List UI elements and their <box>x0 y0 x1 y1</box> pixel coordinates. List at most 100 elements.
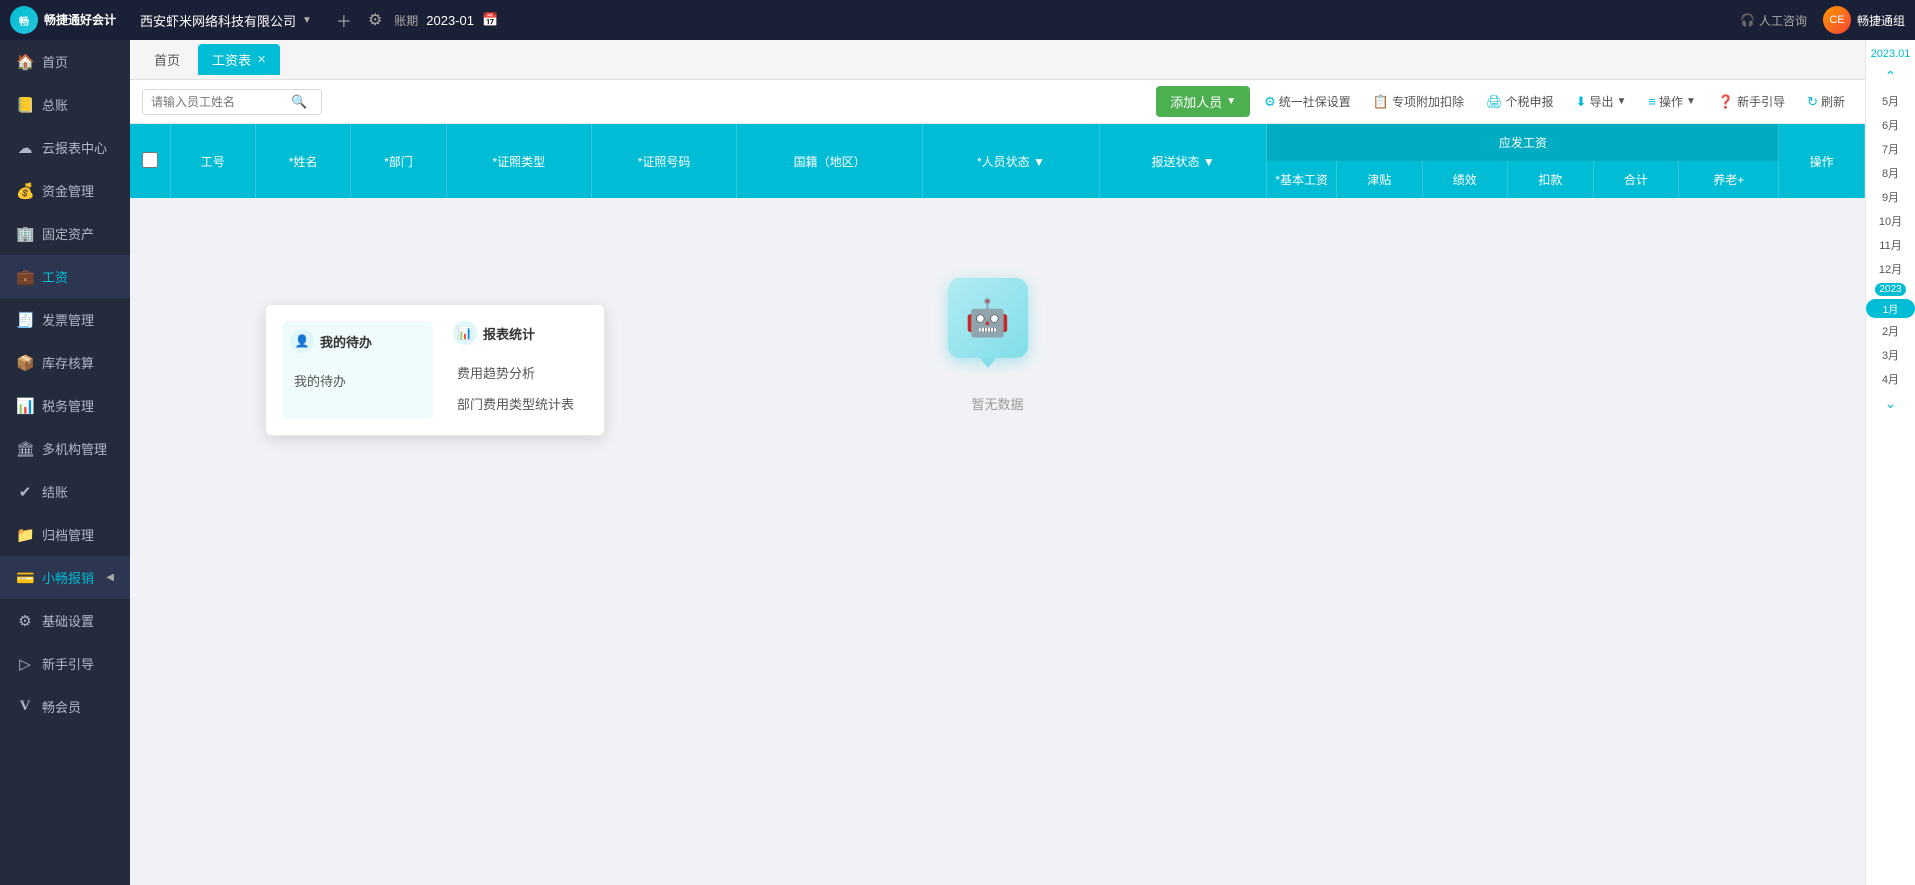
sidebar-item-expense[interactable]: 💳 小畅报销 ◀ <box>0 556 130 599</box>
empty-text: 暂无数据 <box>971 394 1023 413</box>
th-dept: *部门 <box>351 124 446 198</box>
empty-robot-illustration: 🤖 <box>948 278 1028 358</box>
timeline-12[interactable]: 12月 <box>1866 257 1915 281</box>
sidebar: 🏠 首页 📒 总账 ☁ 云报表中心 💰 资金管理 🏢 固定资产 💼 工资 🧾 发… <box>0 40 130 885</box>
operation-dropdown-icon: ▼ <box>1686 96 1696 107</box>
timeline-year-2023[interactable]: 2023 <box>1875 283 1905 296</box>
th-base-salary: *基本工资 <box>1267 161 1337 198</box>
guide-btn[interactable]: ❓ 新手引导 <box>1710 89 1793 114</box>
social-security-label: 统一社保设置 <box>1279 93 1351 110</box>
operation-icon: ≡ <box>1648 94 1656 109</box>
settings-icon[interactable]: ⚙ <box>364 6 386 34</box>
timeline-3[interactable]: 3月 <box>1866 343 1915 367</box>
export-dropdown-icon: ▼ <box>1616 96 1626 107</box>
popup-my-todo-item[interactable]: 我的待办 <box>290 365 425 396</box>
tab-payroll[interactable]: 工资表 ✕ <box>198 44 280 75</box>
logo-initials: 畅 <box>19 13 29 28</box>
social-security-btn[interactable]: ⚙ 统一社保设置 <box>1256 89 1359 114</box>
sidebar-item-close[interactable]: ✔ 结账 <box>0 470 130 513</box>
sidebar-item-cloud-report[interactable]: ☁ 云报表中心 <box>0 126 130 169</box>
sidebar-item-ledger[interactable]: 📒 总账 <box>0 83 130 126</box>
customer-service[interactable]: 🎧 人工咨询 <box>1740 12 1807 29</box>
popup-todo-header: 👤 我的待办 <box>290 329 425 353</box>
settings-nav-icon: ⚙ <box>16 612 34 630</box>
guide-icon: ▷ <box>16 655 34 673</box>
tab-close-icon[interactable]: ✕ <box>257 53 266 66</box>
select-all-checkbox[interactable] <box>142 152 158 168</box>
period-label: 账期 <box>394 12 418 29</box>
sidebar-item-payroll[interactable]: 💼 工资 <box>0 255 130 298</box>
timeline-down-arrow[interactable]: ⌄ <box>1881 391 1901 416</box>
tab-home-label: 首页 <box>154 50 180 69</box>
tab-home[interactable]: 首页 <box>140 44 194 75</box>
timeline-5[interactable]: 5月 <box>1866 89 1915 113</box>
sidebar-item-tax[interactable]: 📊 税务管理 <box>0 384 130 427</box>
assets-icon: 🏢 <box>16 225 34 243</box>
sidebar-label: 发票管理 <box>42 310 94 329</box>
user-initials: CE <box>1829 14 1844 26</box>
timeline-7[interactable]: 7月 <box>1866 137 1915 161</box>
timeline-8[interactable]: 8月 <box>1866 161 1915 185</box>
sidebar-label: 结账 <box>42 482 68 501</box>
timeline-1[interactable]: 1月 <box>1866 299 1915 318</box>
special-deduct-label: 专项附加扣除 <box>1392 93 1464 110</box>
search-icon[interactable]: 🔍 <box>291 94 307 110</box>
sidebar-item-assets[interactable]: 🏢 固定资产 <box>0 212 130 255</box>
funds-icon: 💰 <box>16 182 34 200</box>
sidebar-item-inventory[interactable]: 📦 库存核算 <box>0 341 130 384</box>
home-icon: 🏠 <box>16 53 34 71</box>
deduct-icon: 📋 <box>1373 94 1389 110</box>
sidebar-item-member[interactable]: V 畅会员 <box>0 685 130 728</box>
sidebar-item-funds[interactable]: 💰 资金管理 <box>0 169 130 212</box>
th-name: *姓名 <box>256 124 351 198</box>
cloud-icon: ☁ <box>16 139 34 157</box>
right-timeline: 2023.01 ⌃ 5月 6月 7月 8月 9月 10月 11月 12月 202… <box>1865 40 1915 885</box>
timeline-up-arrow[interactable]: ⌃ <box>1881 64 1901 89</box>
org-icon: 🏛 <box>16 440 34 458</box>
avatar: CE <box>1823 6 1851 34</box>
search-input[interactable] <box>151 95 291 109</box>
th-deduction: 扣款 <box>1508 161 1594 198</box>
operation-btn[interactable]: ≡ 操作 ▼ <box>1640 89 1704 114</box>
th-action: 操作 <box>1779 124 1865 198</box>
timeline-11[interactable]: 11月 <box>1866 233 1915 257</box>
timeline-6[interactable]: 6月 <box>1866 113 1915 137</box>
refresh-btn[interactable]: ↻ 刷新 <box>1799 89 1853 114</box>
logo-area: 畅 畅捷通好会计 <box>10 6 130 34</box>
user-area[interactable]: CE 畅捷通组 <box>1823 6 1905 34</box>
sidebar-item-guide[interactable]: ▷ 新手引导 <box>0 642 130 685</box>
add-person-button[interactable]: 添加人员 ▼ <box>1156 86 1250 117</box>
timeline-4[interactable]: 4月 <box>1866 367 1915 391</box>
th-pension: 养老+ <box>1679 161 1779 198</box>
add-button[interactable]: ＋ <box>332 4 356 36</box>
sidebar-item-archive[interactable]: 📁 归档管理 <box>0 513 130 556</box>
tax-report-btn[interactable]: 🖨 个税申报 <box>1478 89 1562 114</box>
customer-service-label: 人工咨询 <box>1759 12 1807 29</box>
special-deduct-btn[interactable]: 📋 专项附加扣除 <box>1365 89 1472 114</box>
sidebar-item-invoice[interactable]: 🧾 发票管理 <box>0 298 130 341</box>
todo-icon: 👤 <box>290 329 314 353</box>
timeline-current-period[interactable]: 2023.01 <box>1866 44 1915 64</box>
payroll-icon: 💼 <box>16 268 34 286</box>
th-status: *人员状态 ▼ <box>922 124 1099 198</box>
timeline-9[interactable]: 9月 <box>1866 185 1915 209</box>
timeline-10[interactable]: 10月 <box>1866 209 1915 233</box>
company-selector[interactable]: 西安虾米网络科技有限公司 ▼ <box>130 11 322 30</box>
sidebar-item-settings[interactable]: ⚙ 基础设置 <box>0 599 130 642</box>
tab-bar: 首页 工资表 ✕ <box>130 40 1865 80</box>
period-value: 2023-01 <box>426 13 474 28</box>
payroll-table: 工号 *姓名 *部门 *证照类型 *证照号码 国籍（地区） *人员状态 ▼ 报送… <box>130 124 1865 198</box>
sidebar-label: 工资 <box>42 267 68 286</box>
export-btn[interactable]: ⬇ 导出 ▼ <box>1568 89 1635 114</box>
calendar-icon[interactable]: 📅 <box>482 12 498 28</box>
sidebar-item-multi-org[interactable]: 🏛 多机构管理 <box>0 427 130 470</box>
sidebar-item-home[interactable]: 🏠 首页 <box>0 40 130 83</box>
member-icon: V <box>16 698 34 715</box>
popup-expense-trend-item[interactable]: 费用趋势分析 <box>453 357 588 388</box>
add-person-label: 添加人员 <box>1170 92 1222 111</box>
export-icon: ⬇ <box>1576 94 1587 110</box>
popup-dept-expense-item[interactable]: 部门费用类型统计表 <box>453 388 588 419</box>
timeline-2[interactable]: 2月 <box>1866 319 1915 343</box>
user-name: 畅捷通组 <box>1857 12 1905 29</box>
tab-payroll-label: 工资表 <box>212 50 251 69</box>
